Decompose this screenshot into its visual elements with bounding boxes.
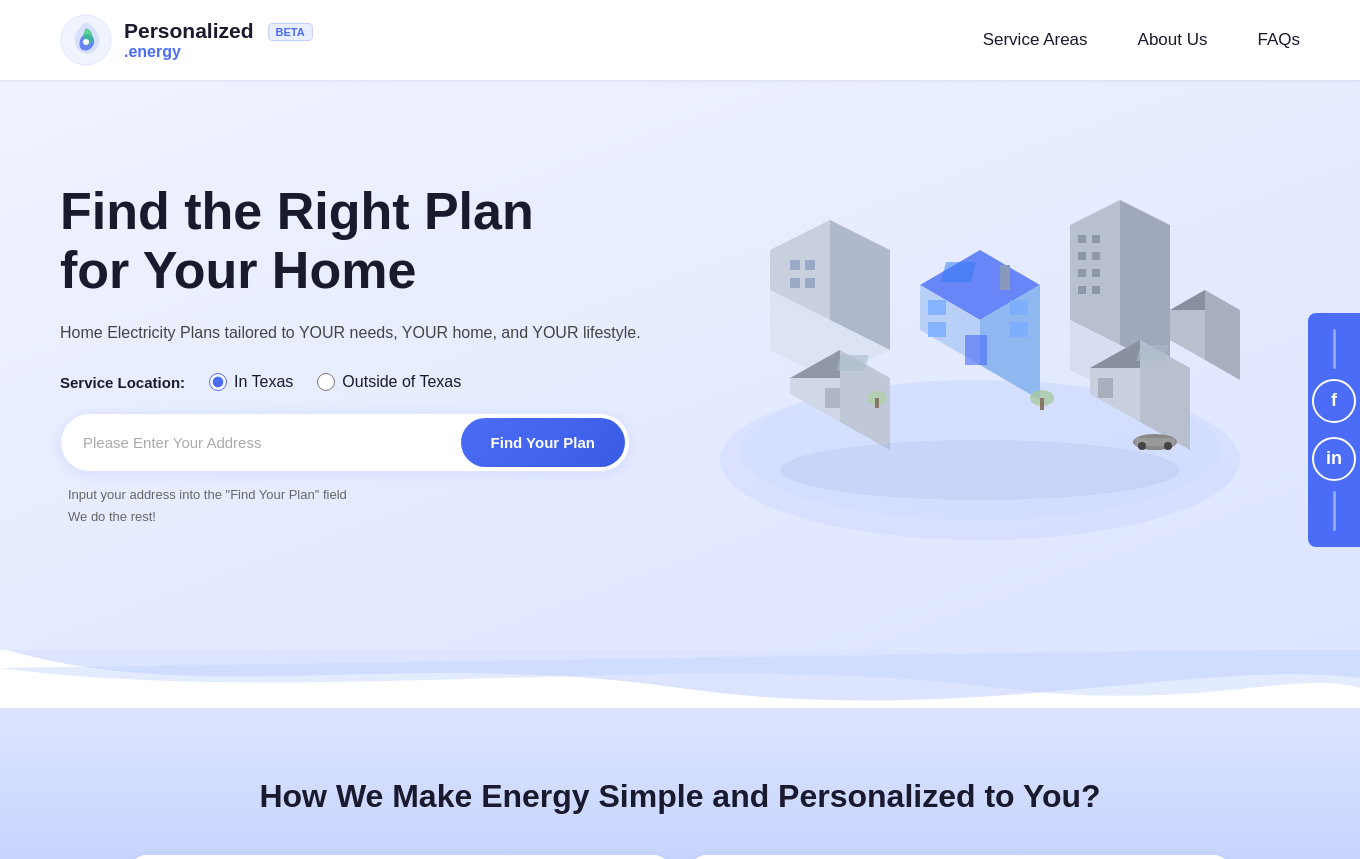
nav-about-us[interactable]: About Us bbox=[1138, 30, 1208, 50]
svg-rect-42 bbox=[1136, 345, 1168, 361]
svg-rect-37 bbox=[836, 355, 868, 371]
wave-divider bbox=[0, 648, 1360, 708]
how-section-title: How We Make Energy Simple and Personaliz… bbox=[60, 778, 1300, 815]
header: Personalized BETA .energy Service Areas … bbox=[0, 0, 1360, 80]
nav-faqs[interactable]: FAQs bbox=[1257, 30, 1300, 50]
logo-name: Personalized bbox=[124, 19, 254, 43]
svg-marker-43 bbox=[1205, 290, 1240, 380]
svg-rect-9 bbox=[790, 278, 800, 288]
svg-rect-28 bbox=[1092, 252, 1100, 260]
svg-rect-20 bbox=[941, 262, 976, 282]
svg-rect-31 bbox=[1078, 286, 1086, 294]
hero-subtitle: Home Electricity Plans tailored to YOUR … bbox=[60, 321, 660, 345]
svg-rect-30 bbox=[1092, 269, 1100, 277]
cards-grid: 🔍 Our AI-Powered Search Engine compares … bbox=[130, 855, 1230, 859]
svg-rect-19 bbox=[1010, 322, 1028, 337]
logo-energy: .energy bbox=[124, 43, 313, 61]
svg-rect-17 bbox=[928, 322, 946, 337]
radio-outside-texas[interactable]: Outside of Texas bbox=[317, 373, 461, 391]
social-sidebar: f in bbox=[1308, 313, 1360, 547]
svg-rect-25 bbox=[1078, 235, 1086, 243]
card-2: ✏️ By analyzing your home location and p… bbox=[690, 855, 1230, 859]
logo-area: Personalized BETA .energy bbox=[60, 14, 313, 66]
svg-rect-41 bbox=[1098, 378, 1113, 398]
logo-icon bbox=[60, 14, 112, 66]
radio-outside-input[interactable] bbox=[317, 373, 335, 391]
address-input[interactable] bbox=[61, 418, 457, 467]
find-plan-button[interactable]: Find Your Plan bbox=[461, 418, 625, 467]
social-line-bottom bbox=[1333, 491, 1336, 531]
hero-title: Find the Right Plan for Your Home bbox=[60, 182, 660, 302]
svg-point-1 bbox=[83, 39, 89, 45]
nav-service-areas[interactable]: Service Areas bbox=[983, 30, 1088, 50]
hero-section: Find the Right Plan for Your Home Home E… bbox=[0, 80, 1360, 650]
svg-rect-36 bbox=[825, 388, 840, 408]
radio-outside-label: Outside of Texas bbox=[342, 373, 461, 391]
svg-rect-15 bbox=[965, 335, 987, 365]
svg-point-48 bbox=[1138, 442, 1146, 450]
service-location: Service Location: In Texas Outside of Te… bbox=[60, 373, 660, 391]
card-1: 🔍 Our AI-Powered Search Engine compares … bbox=[130, 855, 670, 859]
hero-illustration bbox=[660, 140, 1300, 570]
svg-point-49 bbox=[1164, 442, 1172, 450]
radio-in-texas-input[interactable] bbox=[209, 373, 227, 391]
svg-rect-8 bbox=[805, 260, 815, 270]
service-location-label: Service Location: bbox=[60, 374, 185, 391]
svg-rect-27 bbox=[1078, 252, 1086, 260]
svg-rect-32 bbox=[1092, 286, 1100, 294]
social-line-top bbox=[1333, 329, 1336, 369]
how-section: How We Make Energy Simple and Personaliz… bbox=[0, 708, 1360, 859]
linkedin-button[interactable]: in bbox=[1312, 437, 1356, 481]
svg-point-54 bbox=[780, 440, 1180, 500]
hero-content: Find the Right Plan for Your Home Home E… bbox=[60, 182, 660, 529]
svg-rect-53 bbox=[875, 398, 879, 408]
city-illustration bbox=[690, 140, 1270, 570]
svg-marker-45 bbox=[1170, 290, 1205, 310]
radio-in-texas-label: In Texas bbox=[234, 373, 293, 391]
svg-rect-7 bbox=[790, 260, 800, 270]
beta-badge: BETA bbox=[268, 23, 313, 41]
search-bar: Find Your Plan bbox=[60, 413, 630, 472]
svg-rect-26 bbox=[1092, 235, 1100, 243]
svg-rect-10 bbox=[805, 278, 815, 288]
svg-rect-29 bbox=[1078, 269, 1086, 277]
svg-rect-16 bbox=[928, 300, 946, 315]
svg-rect-18 bbox=[1010, 300, 1028, 315]
radio-in-texas[interactable]: In Texas bbox=[209, 373, 293, 391]
facebook-button[interactable]: f bbox=[1312, 379, 1356, 423]
svg-rect-21 bbox=[1000, 265, 1010, 290]
svg-rect-51 bbox=[1040, 398, 1044, 410]
search-hint: Input your address into the "Find Your P… bbox=[60, 484, 660, 528]
social-bar: f in bbox=[1308, 313, 1360, 547]
nav: Service Areas About Us FAQs bbox=[983, 30, 1300, 50]
